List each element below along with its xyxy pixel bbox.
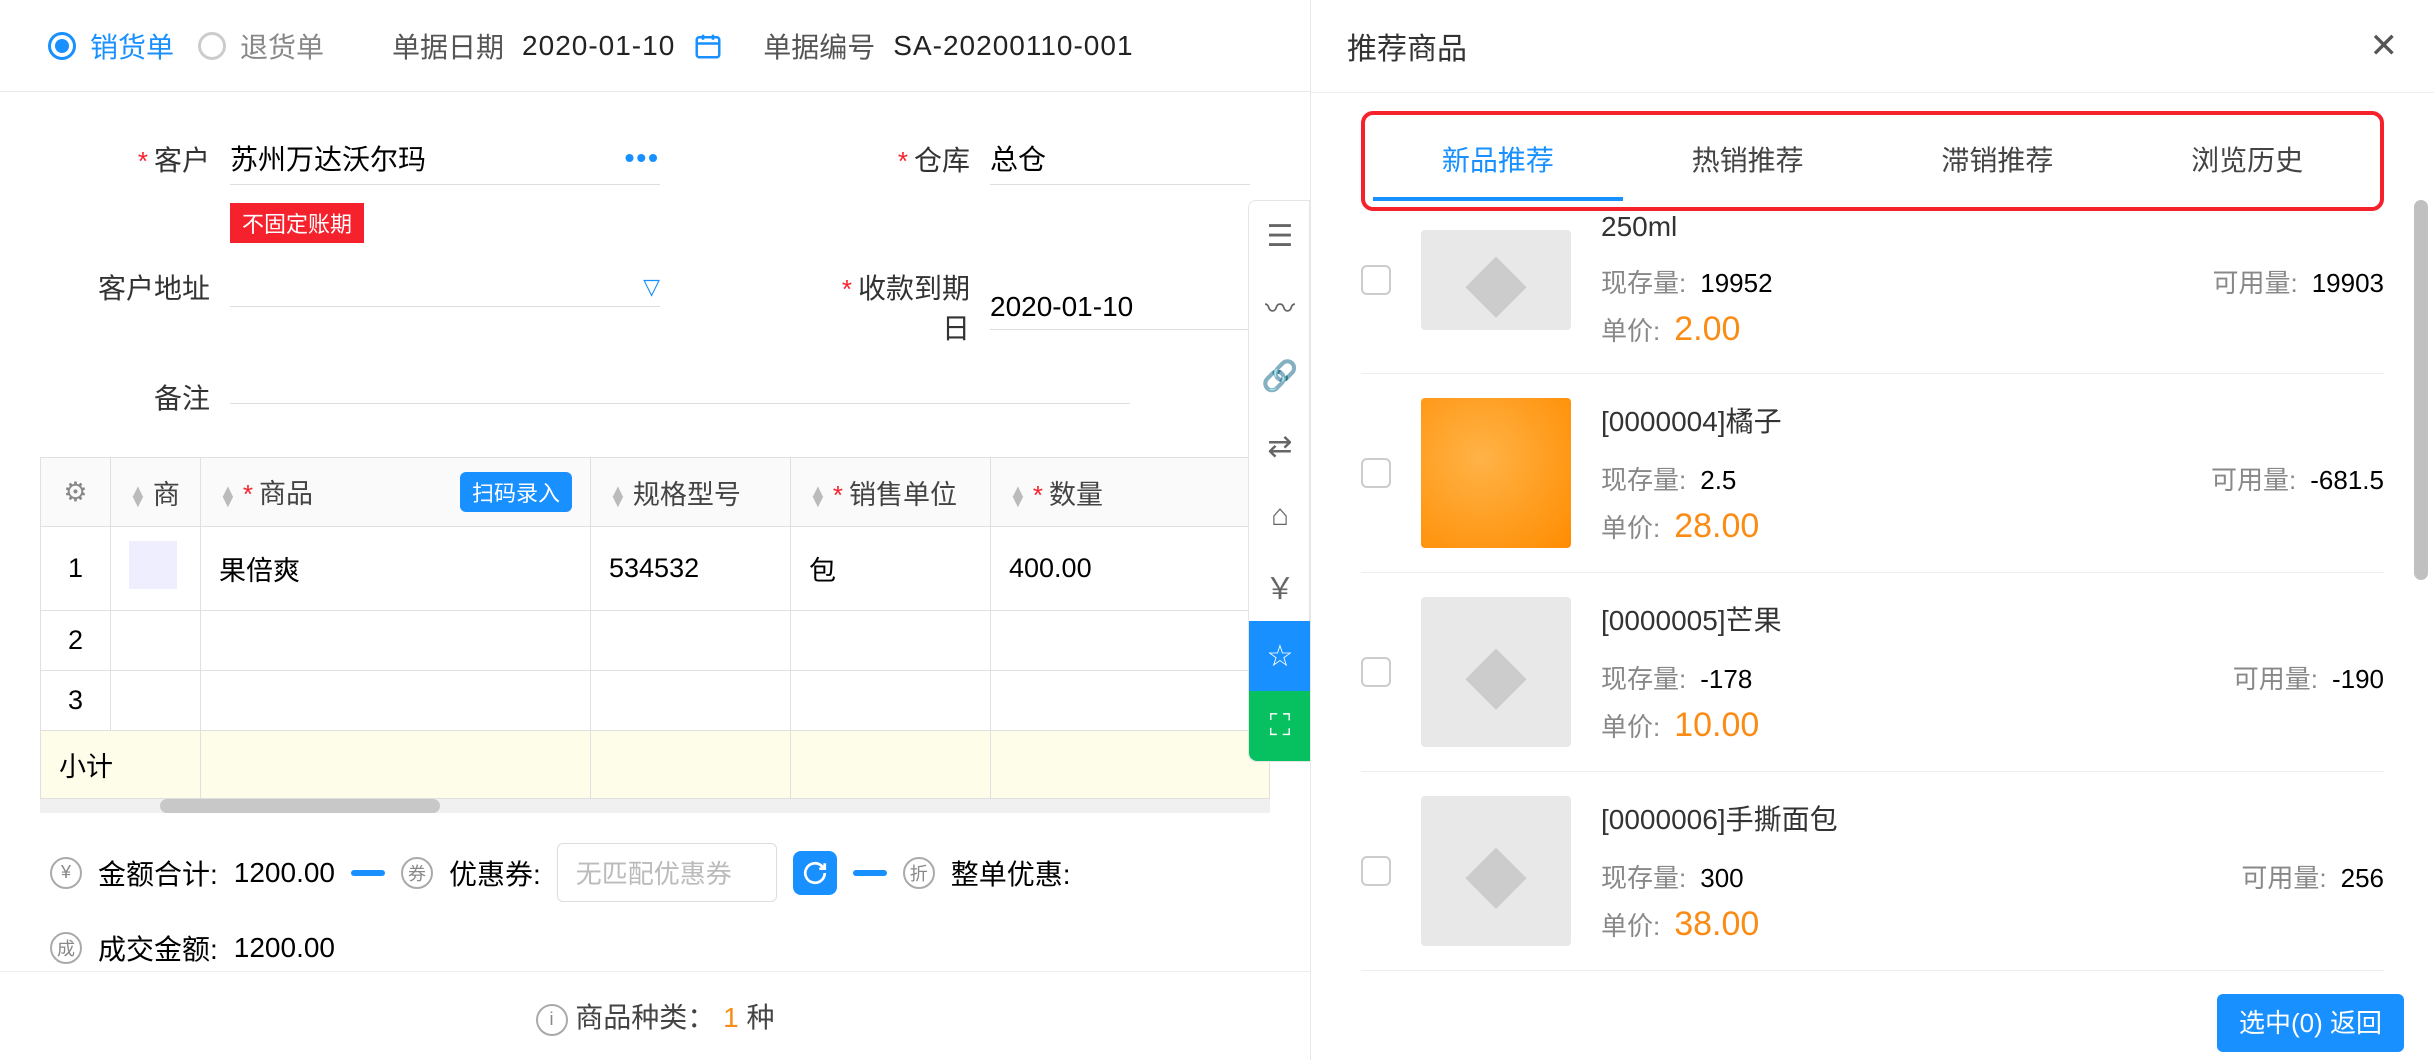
header-row: 销货单 退货单 单据日期 2020-01-10 单据编号 SA-20200110… — [0, 0, 1310, 92]
tab-slow[interactable]: 滞销推荐 — [1873, 121, 2123, 201]
label: 单据编号 — [763, 26, 875, 66]
recommend-item[interactable]: ◆250ml现存量:19952可用量:19903单价:2.00 — [1361, 211, 2384, 374]
recommend-list: ◆250ml现存量:19952可用量:19903单价:2.00[0000004]… — [1311, 211, 2434, 1031]
subtotal-row: 小计 — [41, 731, 1270, 799]
recommend-item[interactable]: ◆[0000006]手撕面包现存量:300可用量:256单价:38.00 — [1361, 772, 2384, 971]
select-return-button[interactable]: 选中(0) 返回 — [2217, 994, 2404, 1052]
radio-icon — [48, 32, 76, 60]
more-icon[interactable]: ••• — [625, 142, 660, 174]
vertical-scrollbar[interactable] — [2414, 200, 2428, 580]
value: SA-20200110-001 — [893, 30, 1133, 62]
shelter-icon[interactable]: ⌂ — [1249, 481, 1311, 551]
recommend-panel: 推荐商品 ✕ 新品推荐 热销推荐 滞销推荐 浏览历史 ◆250ml现存量:199… — [1310, 0, 2434, 1060]
value[interactable]: 2020-01-10 — [522, 30, 675, 62]
tab-label: 销货单 — [90, 26, 174, 66]
product-thumb — [129, 541, 177, 589]
product-image: ◆ — [1421, 796, 1571, 946]
label: 单据日期 — [392, 26, 504, 66]
product-name: [0000005]芒果 — [1601, 599, 2384, 639]
account-period-tag: 不固定账期 — [230, 203, 364, 243]
warehouse-input[interactable]: 总仓 — [990, 132, 1250, 185]
radio-icon — [198, 32, 226, 60]
horizontal-scrollbar[interactable] — [40, 799, 1270, 813]
scan-input-button[interactable]: 扫码录入 — [460, 472, 572, 512]
product-name: 250ml — [1601, 211, 2384, 243]
list-icon[interactable]: ☰ — [1249, 201, 1311, 271]
recommend-tabs: 新品推荐 热销推荐 滞销推荐 浏览历史 — [1361, 111, 2384, 211]
product-image: ◆ — [1421, 597, 1571, 747]
due-date-field: *收款到期日 2020-01-10 — [820, 267, 1250, 347]
yen-icon: ¥ — [50, 857, 82, 889]
gear-icon[interactable]: ⚙ — [63, 477, 87, 507]
discount-icon: 折 — [903, 857, 935, 889]
minus-icon — [351, 870, 385, 876]
doc-date-field: 单据日期 2020-01-10 — [392, 26, 723, 66]
due-date-input[interactable]: 2020-01-10 — [990, 285, 1250, 330]
info-icon: i — [536, 1004, 568, 1036]
product-name: [0000004]橘子 — [1601, 400, 2384, 440]
tab-label: 退货单 — [240, 26, 324, 66]
warehouse-field: *仓库 总仓 — [820, 132, 1250, 185]
currency-icon[interactable]: ￥ — [1249, 551, 1311, 621]
table-row[interactable]: 3 — [41, 671, 1270, 731]
checkbox[interactable] — [1361, 856, 1391, 886]
form-area: *客户 苏州万达沃尔玛 ••• *仓库 总仓 不固定账期 — [0, 92, 1310, 457]
chart-icon[interactable]: 〰 — [1249, 271, 1311, 341]
order-type-tabs: 销货单 退货单 — [20, 26, 352, 66]
refresh-button[interactable] — [793, 851, 837, 895]
bottom-summary: i 商品种类： 1 种 — [0, 971, 1310, 1060]
calendar-icon[interactable] — [693, 31, 723, 61]
checkbox[interactable] — [1361, 265, 1391, 295]
doc-code-field: 单据编号 SA-20200110-001 — [763, 26, 1133, 66]
deal-icon: 成 — [50, 932, 82, 964]
checkbox[interactable] — [1361, 458, 1391, 488]
minus-icon — [853, 870, 887, 876]
product-image — [1421, 398, 1571, 548]
star-icon[interactable]: ☆ — [1249, 621, 1311, 691]
recommend-item[interactable]: ◆[0000005]芒果现存量:-178可用量:-190单价:10.00 — [1361, 573, 2384, 772]
address-input[interactable]: ▽ — [230, 268, 660, 307]
remark-field: 备注 — [60, 377, 1130, 417]
tab-new[interactable]: 新品推荐 — [1373, 121, 1623, 201]
customer-input[interactable]: 苏州万达沃尔玛 ••• — [230, 132, 660, 185]
tab-return-order[interactable]: 退货单 — [198, 26, 324, 66]
remark-input[interactable] — [230, 391, 1130, 404]
tab-hot[interactable]: 热销推荐 — [1623, 121, 1873, 201]
address-field: 客户地址 ▽ — [60, 267, 660, 307]
table-row[interactable]: 1果倍爽534532包400.00 — [41, 527, 1270, 611]
product-image: ◆ — [1421, 230, 1571, 330]
sales-order-form: 销货单 退货单 单据日期 2020-01-10 单据编号 SA-20200110… — [0, 0, 1310, 1060]
exchange-icon[interactable]: ⇄ — [1249, 411, 1311, 481]
items-table: ⚙ ▲▼商 ▲▼*商品 扫码录入 ▲▼规格型号 ▲▼*销售单位 ▲▼*数量 1果… — [0, 457, 1310, 799]
side-toolbar: ☰ 〰 🔗 ⇄ ⌂ ￥ ☆ ⛶ — [1248, 200, 1310, 762]
close-icon[interactable]: ✕ — [2370, 26, 2399, 66]
table-row[interactable]: 2 — [41, 611, 1270, 671]
coupon-input[interactable]: 无匹配优惠券 — [557, 843, 777, 902]
chevron-down-icon[interactable]: ▽ — [643, 274, 660, 300]
panel-title: 推荐商品 — [1347, 24, 1467, 68]
tab-sales-order[interactable]: 销货单 — [48, 26, 174, 66]
customer-field: *客户 苏州万达沃尔玛 ••• — [60, 132, 660, 185]
product-name: [0000006]手撕面包 — [1601, 798, 2384, 838]
coupon-icon: 券 — [401, 857, 433, 889]
checkbox[interactable] — [1361, 657, 1391, 687]
link-icon[interactable]: 🔗 — [1249, 341, 1311, 411]
recommend-item[interactable]: [0000004]橘子现存量:2.5可用量:-681.5单价:28.00 — [1361, 374, 2384, 573]
tab-history[interactable]: 浏览历史 — [2122, 121, 2372, 201]
expand-icon[interactable]: ⛶ — [1249, 691, 1311, 761]
